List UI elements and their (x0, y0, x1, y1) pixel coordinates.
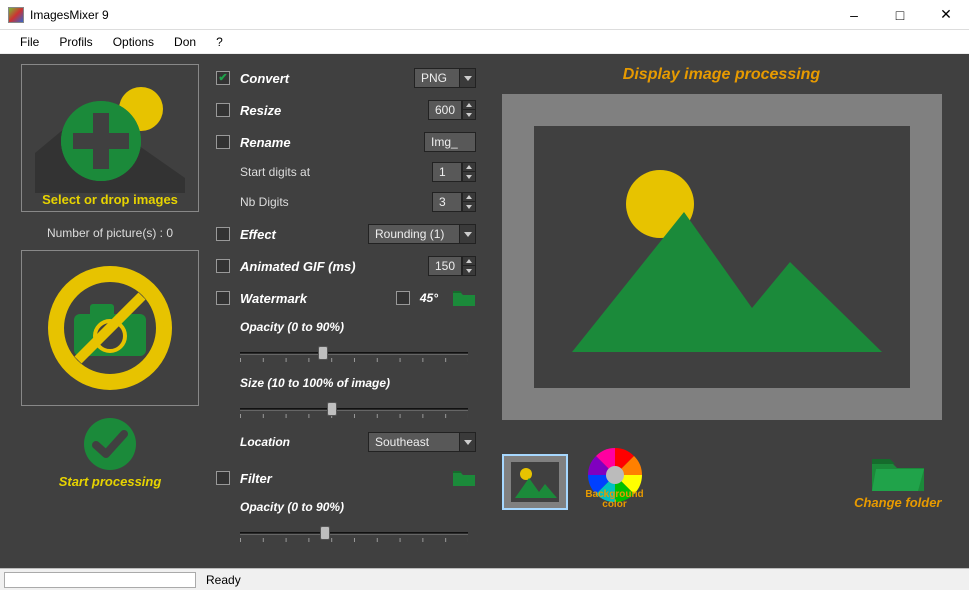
filter-opacity-label: Opacity (0 to 90%) (240, 500, 476, 514)
effect-checkbox[interactable] (216, 227, 230, 241)
change-folder-label: Change folder (854, 495, 941, 510)
rename-checkbox[interactable] (216, 135, 230, 149)
watermark-label: Watermark (240, 291, 307, 306)
background-color-label: Background color (582, 490, 648, 510)
effect-select[interactable]: Rounding (1) (368, 224, 476, 244)
drop-zone-label: Select or drop images (22, 192, 198, 207)
close-button[interactable]: ✕ (923, 0, 969, 30)
menu-profils[interactable]: Profils (49, 32, 102, 52)
window-title: ImagesMixer 9 (30, 8, 109, 22)
rename-start-spinner[interactable]: 1 (432, 162, 476, 182)
effect-label: Effect (240, 227, 276, 242)
watermark-location-label: Location (240, 435, 290, 449)
menu-file[interactable]: File (10, 32, 49, 52)
filter-row: Filter (216, 466, 476, 490)
menu-help[interactable]: ? (206, 32, 233, 52)
resize-checkbox[interactable] (216, 103, 230, 117)
background-color-button[interactable]: Background color (582, 446, 648, 510)
effect-row: Effect Rounding (1) (216, 222, 476, 246)
start-processing-button[interactable]: Start processing (59, 416, 162, 489)
gif-label: Animated GIF (ms) (240, 259, 356, 274)
status-text: Ready (200, 573, 241, 587)
change-folder-button[interactable]: Change folder (854, 453, 941, 510)
filter-label: Filter (240, 471, 272, 486)
watermark-checkbox[interactable] (216, 291, 230, 305)
resize-label: Resize (240, 103, 281, 118)
watermark-opacity-slider[interactable] (240, 344, 468, 362)
rename-prefix-input[interactable] (424, 132, 476, 152)
menu-bar: File Profils Options Don ? (0, 30, 969, 54)
image-icon (511, 462, 559, 502)
rename-label: Rename (240, 135, 291, 150)
gif-checkbox[interactable] (216, 259, 230, 273)
app-icon (8, 7, 24, 23)
watermark-location-select[interactable]: Southeast (368, 432, 476, 452)
watermark-size-slider[interactable] (240, 400, 468, 418)
left-column: Select or drop images Number of picture(… (14, 64, 206, 560)
rename-nb-label: Nb Digits (240, 195, 289, 209)
options-column: Convert PNG Resize 600 Rename Start digi… (216, 64, 476, 560)
gif-value-spinner[interactable]: 150 (428, 256, 476, 276)
preview-panel (502, 94, 942, 420)
preview-thumbnail-frame (21, 250, 199, 406)
gif-row: Animated GIF (ms) 150 (216, 254, 476, 278)
menu-options[interactable]: Options (103, 32, 164, 52)
watermark-size-label: Size (10 to 100% of image) (240, 376, 476, 390)
no-image-icon (40, 258, 180, 398)
watermark-row: Watermark 45° (216, 286, 476, 310)
resize-value-spinner[interactable]: 600 (428, 100, 476, 120)
status-bar: Ready (0, 568, 969, 590)
thumbnail-button[interactable] (502, 454, 568, 510)
checkmark-icon (82, 416, 138, 472)
watermark-45-label: 45° (420, 291, 438, 305)
convert-format-select[interactable]: PNG (414, 68, 476, 88)
convert-label: Convert (240, 71, 289, 86)
convert-checkbox[interactable] (216, 71, 230, 85)
convert-row: Convert PNG (216, 66, 476, 90)
client-area: Select or drop images Number of picture(… (0, 54, 969, 568)
filter-opacity-slider[interactable] (240, 524, 468, 542)
drop-placeholder-icon (35, 83, 185, 193)
maximize-button[interactable]: □ (877, 0, 923, 30)
drop-zone[interactable]: Select or drop images (21, 64, 199, 212)
folder-icon (870, 453, 926, 493)
filter-checkbox[interactable] (216, 471, 230, 485)
resize-row: Resize 600 (216, 98, 476, 122)
picture-count-label: Number of picture(s) : 0 (47, 226, 173, 240)
preview-image (534, 126, 910, 388)
rename-start-label: Start digits at (240, 165, 310, 179)
progress-cell (4, 572, 196, 588)
watermark-45-checkbox[interactable] (396, 291, 410, 305)
watermark-folder-button[interactable] (452, 289, 476, 307)
start-processing-label: Start processing (59, 474, 162, 489)
preview-toolbar: Background color Change folder (502, 446, 942, 510)
display-title: Display image processing (623, 66, 820, 84)
rename-nb-spinner[interactable]: 3 (432, 192, 476, 212)
menu-don[interactable]: Don (164, 32, 206, 52)
watermark-opacity-label: Opacity (0 to 90%) (240, 320, 476, 334)
image-placeholder-icon (552, 142, 892, 372)
filter-folder-button[interactable] (452, 469, 476, 487)
title-bar: ImagesMixer 9 – □ ✕ (0, 0, 969, 30)
rename-row: Rename (216, 130, 476, 154)
minimize-button[interactable]: – (831, 0, 877, 30)
right-column: Display image processing (486, 64, 957, 560)
